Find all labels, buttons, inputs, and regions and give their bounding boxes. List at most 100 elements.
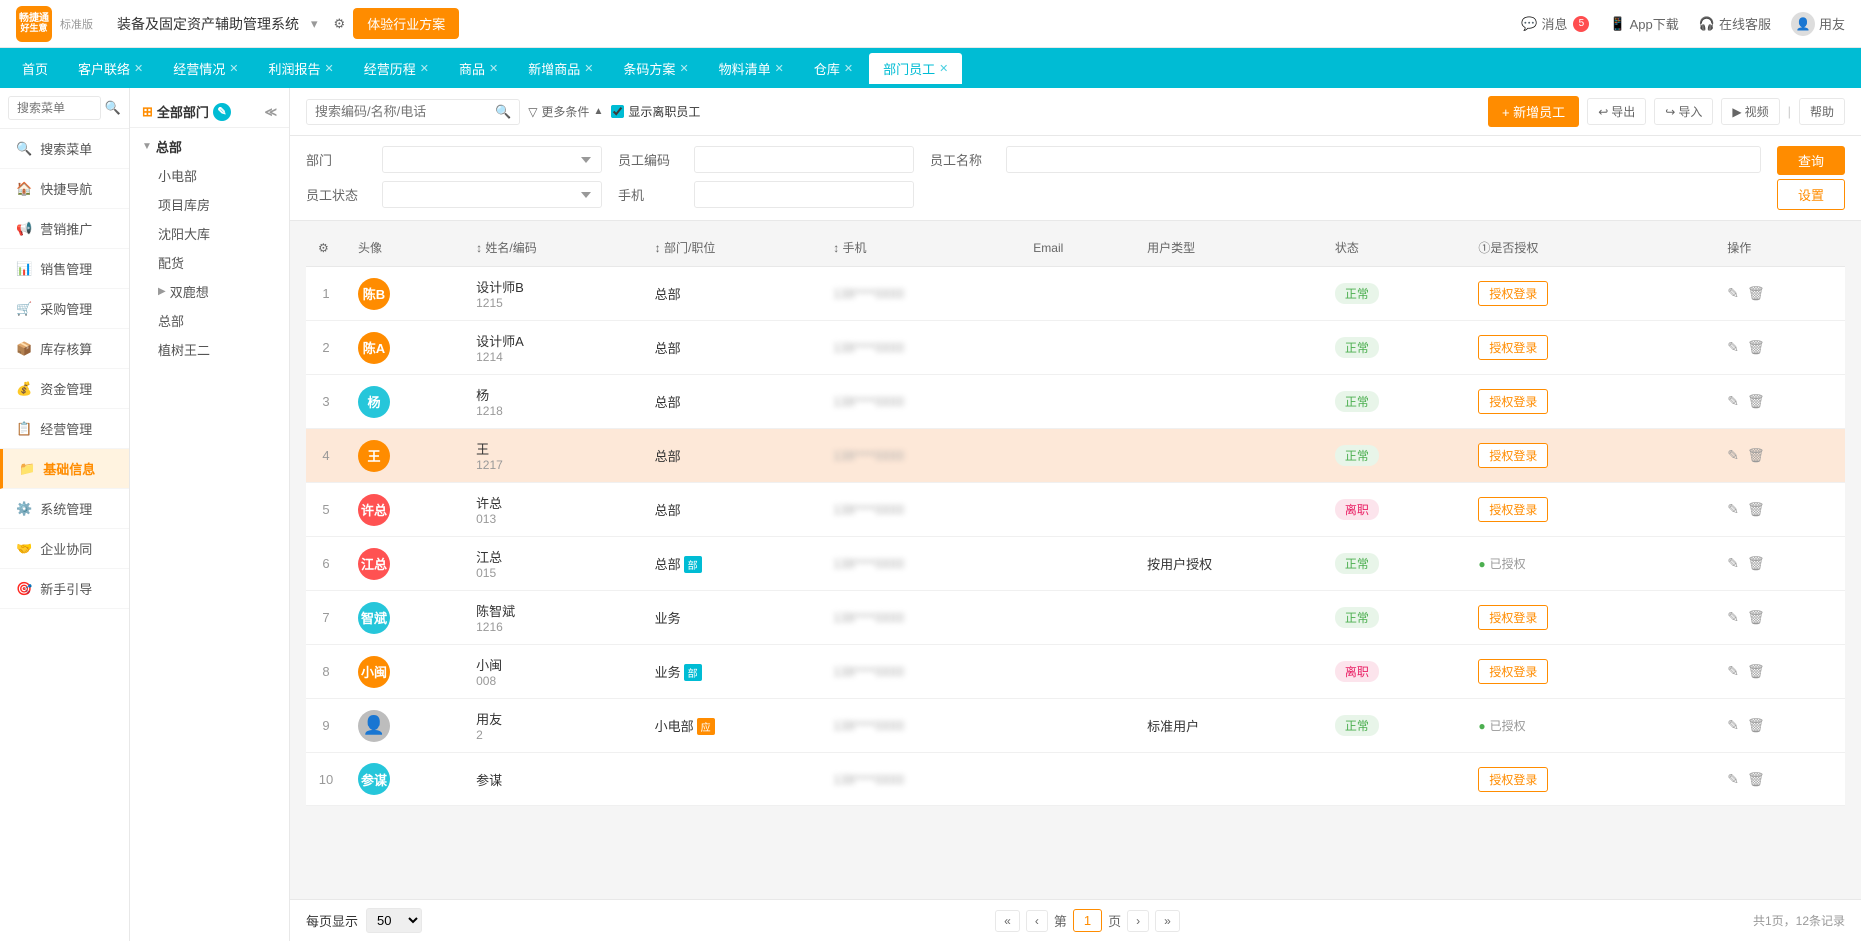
tree-node-zhishu[interactable]: 植树王二 (130, 335, 289, 364)
edit-icon[interactable]: ✎ (1727, 393, 1739, 410)
edit-icon[interactable]: ✎ (1727, 609, 1739, 626)
sidebar-search-input[interactable] (8, 96, 101, 120)
delete-icon[interactable]: 🗑 (1747, 501, 1765, 518)
tab-profit[interactable]: 利润报告 ✕ (254, 53, 347, 84)
col-settings[interactable]: ⚙ (306, 229, 346, 267)
user-menu[interactable]: 👤 用友 (1791, 12, 1845, 36)
sidebar-item-basic[interactable]: 📁 基础信息 (0, 449, 129, 489)
emp-code-input[interactable] (694, 146, 914, 173)
sidebar-item-system[interactable]: ⚙️ 系统管理 (0, 489, 129, 529)
prev-page-btn[interactable]: ‹ (1026, 910, 1048, 932)
tab-barcode[interactable]: 条码方案 ✕ (609, 53, 702, 84)
sidebar-item-finance[interactable]: 💰 资金管理 (0, 369, 129, 409)
auth-login-btn[interactable]: 授权登录 (1478, 659, 1548, 684)
delete-icon[interactable]: 🗑 (1747, 447, 1765, 464)
gear-icon[interactable]: ⚙ (334, 16, 346, 32)
delete-icon[interactable]: 🗑 (1747, 609, 1765, 626)
system-dropdown-icon[interactable]: ▾ (311, 16, 318, 32)
query-btn[interactable]: 查询 (1777, 146, 1845, 175)
tab-home[interactable]: 首页 (8, 53, 62, 84)
tab-customer[interactable]: 客户联络 ✕ (64, 53, 157, 84)
auth-login-btn[interactable]: 授权登录 (1478, 335, 1548, 360)
tab-department[interactable]: 部门员工 ✕ (869, 53, 962, 84)
tree-node-shuanglu[interactable]: ▶ 双鹿想 (130, 277, 289, 306)
try-btn[interactable]: 体验行业方案 (353, 8, 459, 39)
add-employee-btn[interactable]: + 新增员工 (1488, 96, 1579, 127)
edit-icon[interactable]: ✎ (1727, 285, 1739, 302)
edit-icon[interactable]: ✎ (1727, 447, 1739, 464)
tab-operation[interactable]: 经营情况 ✕ (159, 53, 252, 84)
close-icon[interactable]: ✕ (489, 62, 498, 75)
auth-login-btn[interactable]: 授权登录 (1478, 767, 1548, 792)
col-name[interactable]: ↕ 姓名/编码 (464, 229, 643, 267)
close-icon[interactable]: ✕ (775, 62, 784, 75)
search-input[interactable] (315, 104, 495, 119)
tab-new-goods[interactable]: 新增商品 ✕ (514, 53, 607, 84)
page-size-select[interactable]: 50 20 100 (366, 908, 422, 933)
close-icon[interactable]: ✕ (584, 62, 593, 75)
sidebar-item-purchase[interactable]: 🛒 采购管理 (0, 289, 129, 329)
auth-login-btn[interactable]: 授权登录 (1478, 605, 1548, 630)
auth-login-btn[interactable]: 授权登录 (1478, 389, 1548, 414)
delete-icon[interactable]: 🗑 (1747, 663, 1765, 680)
tree-node-xiao-dian[interactable]: 小电部 (130, 161, 289, 190)
edit-icon[interactable]: ✎ (1727, 771, 1739, 788)
phone-input[interactable] (694, 181, 914, 208)
sidebar-item-sales[interactable]: 📊 销售管理 (0, 249, 129, 289)
tree-collapse-btn[interactable]: ≪ (264, 105, 277, 119)
support-btn[interactable]: 🎧 在线客服 (1699, 14, 1771, 33)
emp-name-input[interactable] (1006, 146, 1761, 173)
close-icon[interactable]: ✕ (325, 62, 334, 75)
edit-icon[interactable]: ✎ (1727, 717, 1739, 734)
message-btn[interactable]: 💬 消息 5 (1521, 14, 1589, 33)
app-download-btn[interactable]: 📱 App下载 (1609, 14, 1678, 33)
current-page[interactable]: 1 (1073, 909, 1102, 932)
tab-goods[interactable]: 商品 ✕ (445, 53, 512, 84)
close-icon[interactable]: ✕ (134, 62, 143, 75)
close-icon[interactable]: ✕ (939, 62, 948, 75)
delete-icon[interactable]: 🗑 (1747, 393, 1765, 410)
tab-bom[interactable]: 物料清单 ✕ (705, 53, 798, 84)
delete-icon[interactable]: 🗑 (1747, 771, 1765, 788)
view-btn[interactable]: ▶ 视频 (1721, 98, 1779, 125)
tree-node-headquarters[interactable]: 总部 (130, 306, 289, 335)
sidebar-item-marketing[interactable]: 📢 营销推广 (0, 209, 129, 249)
dept-select[interactable] (382, 146, 602, 173)
edit-icon[interactable]: ✎ (1727, 555, 1739, 572)
import-btn[interactable]: ↪ 导入 (1654, 98, 1713, 125)
first-page-btn[interactable]: « (995, 910, 1020, 932)
edit-icon[interactable]: ✎ (1727, 663, 1739, 680)
delete-icon[interactable]: 🗑 (1747, 717, 1765, 734)
tree-node-headquarters-group[interactable]: ▼ 总部 (130, 132, 289, 161)
delete-icon[interactable]: 🗑 (1747, 555, 1765, 572)
tree-node-distribution[interactable]: 配货 (130, 248, 289, 277)
col-dept[interactable]: ↕ 部门/职位 (643, 229, 822, 267)
sidebar-item-operation[interactable]: 📋 经营管理 (0, 409, 129, 449)
edit-icon[interactable]: ✎ (1727, 339, 1739, 356)
help-btn[interactable]: 帮助 (1799, 98, 1845, 125)
show-leave-checkbox[interactable] (611, 105, 624, 118)
tree-node-project[interactable]: 项目库房 (130, 190, 289, 219)
next-page-btn[interactable]: › (1127, 910, 1149, 932)
sidebar-item-guide[interactable]: 🎯 新手引导 (0, 569, 129, 609)
edit-icon[interactable]: ✎ (1727, 501, 1739, 518)
tree-node-shenyang[interactable]: 沈阳大库 (130, 219, 289, 248)
sidebar-item-collab[interactable]: 🤝 企业协同 (0, 529, 129, 569)
emp-status-select[interactable] (382, 181, 602, 208)
reset-btn[interactable]: 设置 (1777, 179, 1845, 210)
tab-warehouse[interactable]: 仓库 ✕ (800, 53, 867, 84)
last-page-btn[interactable]: » (1155, 910, 1180, 932)
delete-icon[interactable]: 🗑 (1747, 339, 1765, 356)
auth-login-btn[interactable]: 授权登录 (1478, 443, 1548, 468)
col-phone[interactable]: ↕ 手机 (821, 229, 1021, 267)
close-icon[interactable]: ✕ (679, 62, 688, 75)
close-icon[interactable]: ✕ (229, 62, 238, 75)
auth-login-btn[interactable]: 授权登录 (1478, 497, 1548, 522)
close-icon[interactable]: ✕ (844, 62, 853, 75)
close-icon[interactable]: ✕ (420, 62, 429, 75)
sidebar-item-inventory[interactable]: 📦 库存核算 (0, 329, 129, 369)
auth-login-btn[interactable]: 授权登录 (1478, 281, 1548, 306)
sidebar-item-search[interactable]: 🔍 搜索菜单 (0, 129, 129, 169)
export-btn[interactable]: ↩ 导出 (1587, 98, 1646, 125)
sidebar-item-nav[interactable]: 🏠 快捷导航 (0, 169, 129, 209)
